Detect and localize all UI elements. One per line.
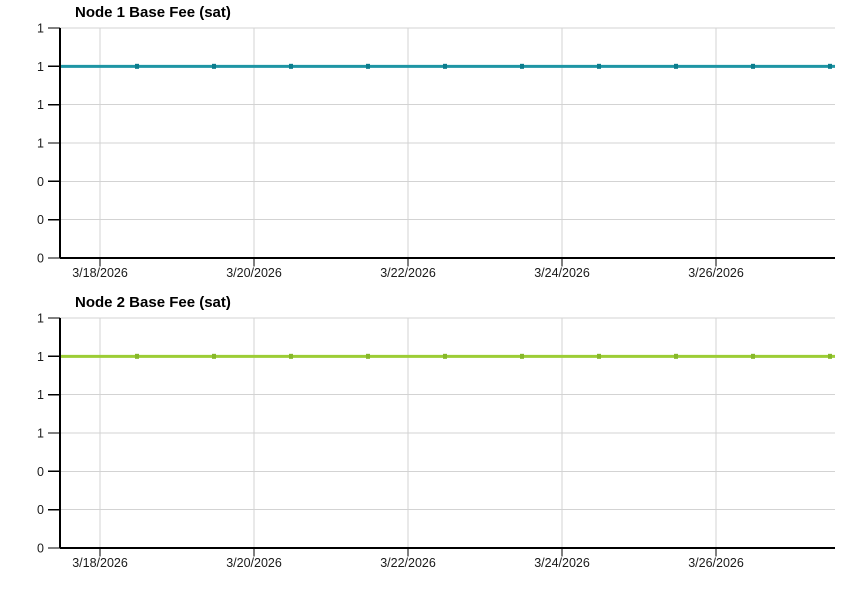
data-point-marker [443, 354, 447, 359]
data-point-marker [212, 64, 216, 69]
chart-node2-plot-area: 1 1 1 1 0 0 0 3/18/2026 3/20/2026 3/22/2026 3/24/2… [0, 290, 860, 600]
y-tick-label: 0 [37, 503, 44, 517]
data-point-marker [135, 64, 139, 69]
data-point-marker [597, 354, 601, 359]
data-point-marker [520, 354, 524, 359]
tick-marks [48, 28, 716, 267]
y-tick-label: 0 [37, 213, 44, 227]
x-tick-label: 3/18/2026 [72, 556, 128, 570]
data-point-marker [520, 64, 524, 69]
chart-node1-base-fee: Node 1 Base Fee (sat) 11110003/18/20263/… [0, 0, 860, 290]
data-point-marker [366, 354, 370, 359]
y-tick-label: 1 [37, 350, 44, 364]
gridlines [60, 28, 835, 258]
data-point-marker [597, 64, 601, 69]
x-tick-label: 3/26/2026 [688, 266, 744, 280]
x-tick-label: 3/24/2026 [534, 266, 590, 280]
data-point-marker [289, 64, 293, 69]
chart-node2-base-fee: Node 2 Base Fee (sat) 11110003/18/20263/… [0, 290, 860, 600]
tick-labels: 1 1 1 1 0 0 0 3/18/2026 3/20/2026 3/22/2026 3/24/2… [37, 312, 744, 571]
data-point-marker [828, 354, 832, 359]
x-tick-label: 3/20/2026 [226, 556, 282, 570]
x-tick-label: 3/22/2026 [380, 556, 436, 570]
data-point-marker [674, 354, 678, 359]
y-tick-label: 1 [37, 388, 44, 402]
y-tick-label: 1 [37, 427, 44, 441]
data-point-marker [212, 354, 216, 359]
data-point-marker [751, 354, 755, 359]
tick-labels: 1 1 1 1 0 0 0 3/18/2026 3/20/2026 3/22/2026 3/24/2… [37, 22, 744, 281]
x-tick-label: 3/20/2026 [226, 266, 282, 280]
y-tick-label: 1 [37, 312, 44, 326]
data-point-marker [366, 64, 370, 69]
data-point-marker [135, 354, 139, 359]
data-point-marker [674, 64, 678, 69]
y-tick-label: 1 [37, 98, 44, 112]
x-tick-label: 3/24/2026 [534, 556, 590, 570]
gridlines [60, 318, 835, 548]
y-tick-label: 0 [37, 465, 44, 479]
y-tick-label: 0 [37, 252, 44, 266]
base-fee-charts-page: Node 1 Base Fee (sat) 11110003/18/20263/… [0, 0, 860, 600]
y-tick-label: 0 [37, 542, 44, 556]
y-tick-label: 0 [37, 175, 44, 189]
y-tick-label: 1 [37, 22, 44, 36]
x-tick-label: 3/18/2026 [72, 266, 128, 280]
x-tick-label: 3/26/2026 [688, 556, 744, 570]
data-point-marker [289, 354, 293, 359]
tick-marks [48, 318, 716, 557]
chart-node1-plot-area: 1 1 1 1 0 0 0 3/18/2026 3/20/2026 3/22/2026 3/24/2… [0, 0, 860, 290]
y-tick-label: 1 [37, 60, 44, 74]
data-point-marker [828, 64, 832, 69]
data-point-marker [443, 64, 447, 69]
y-tick-label: 1 [37, 137, 44, 151]
x-tick-label: 3/22/2026 [380, 266, 436, 280]
data-point-marker [751, 64, 755, 69]
